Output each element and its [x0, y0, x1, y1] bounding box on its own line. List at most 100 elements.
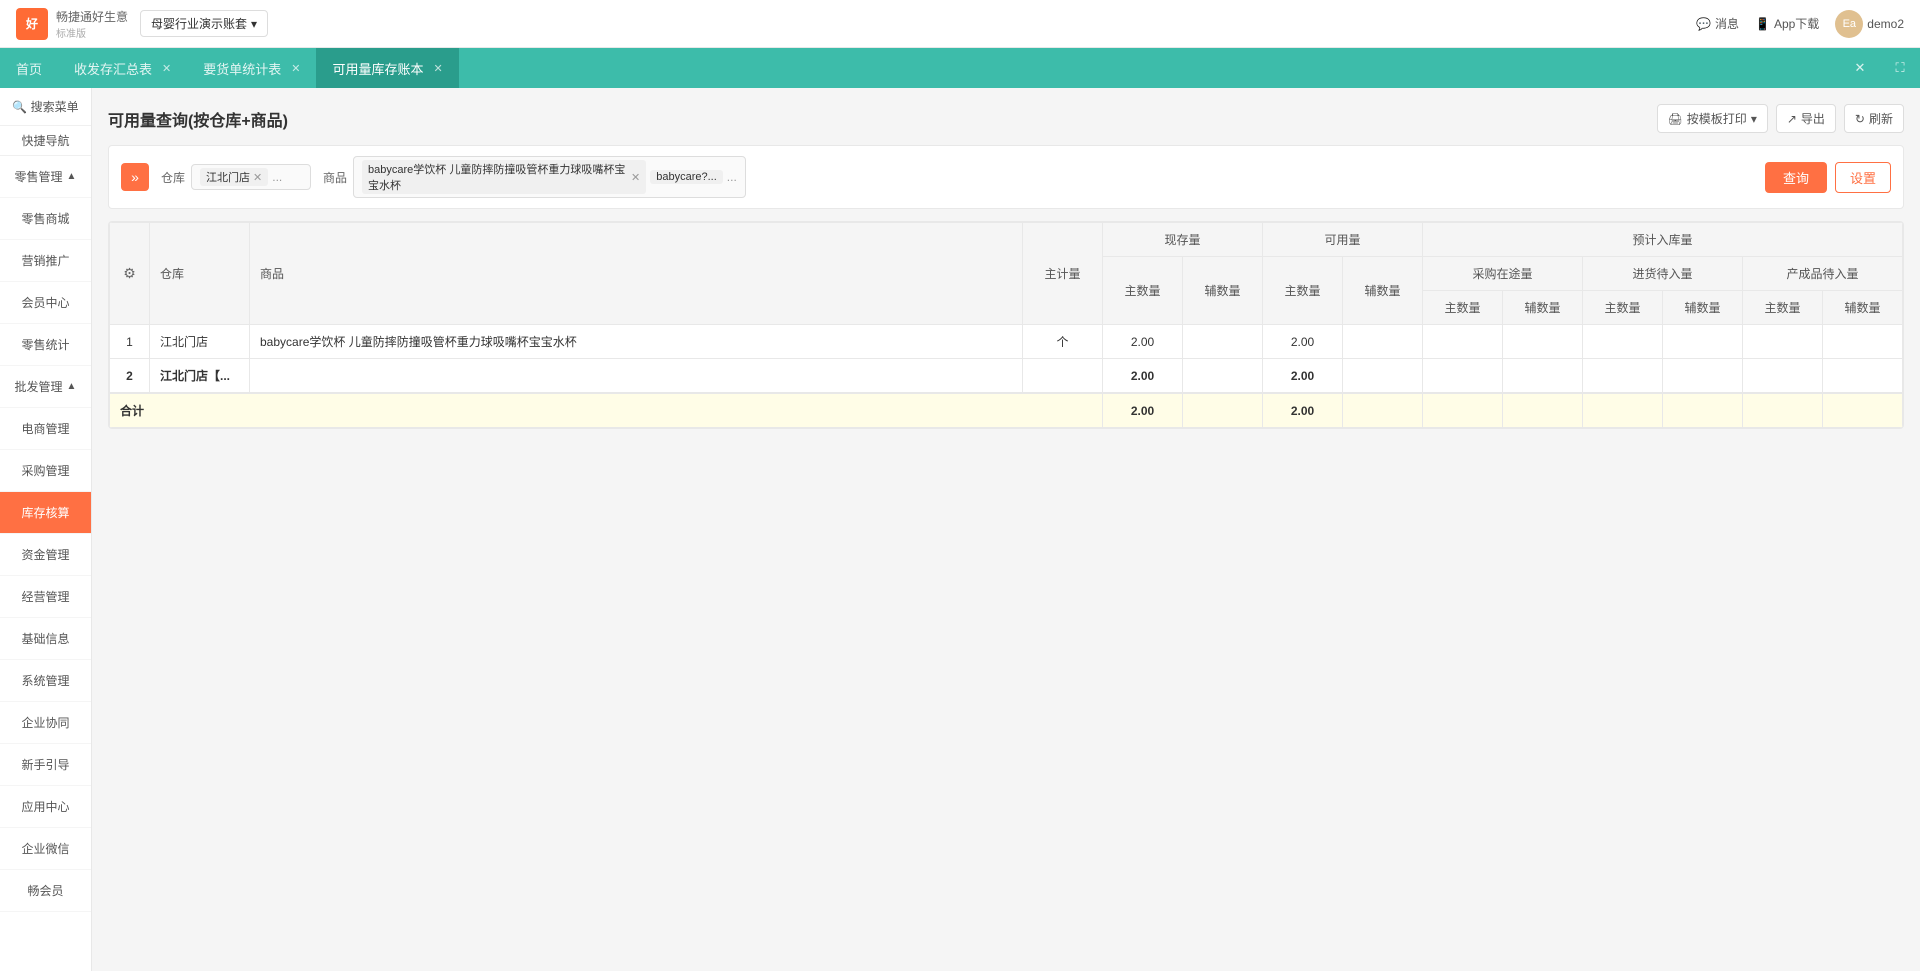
expand-icon: ▲: [67, 171, 77, 182]
footer-avail-main: 2.00: [1263, 393, 1343, 428]
gear-icon: ⚙: [123, 265, 136, 281]
th-settings: ⚙: [110, 223, 150, 325]
sidebar-item-purchase-mgmt[interactable]: 采购管理: [0, 450, 91, 492]
user-avatar-button[interactable]: Ea demo2: [1835, 10, 1904, 38]
table-row: 2 江北门店【... 2.00 2.00: [110, 359, 1903, 394]
row1-incoming-main: [1583, 325, 1663, 359]
sidebar-item-finance-mgmt[interactable]: 资金管理: [0, 534, 91, 576]
store-selector[interactable]: 母婴行业演示账套 ▾: [140, 10, 268, 37]
sidebar-item-retail-mall[interactable]: 零售商城: [0, 198, 91, 240]
query-button[interactable]: 查询: [1765, 162, 1827, 193]
sidebar-item-enterprise-collab[interactable]: 企业协同: [0, 702, 91, 744]
top-bar: 好 畅捷通好生意 标准版 母婴行业演示账套 ▾ 💬 消息 📱 App下载 Ea …: [0, 0, 1920, 48]
product-tag-1: babycare学饮杯 儿童防摔防撞吸管杯重力球吸嘴杯宝宝水杯 ✕: [362, 160, 646, 194]
sidebar-item-member-center[interactable]: 会员中心: [0, 282, 91, 324]
th-incoming-main: 主数量: [1583, 291, 1663, 325]
filter-area: » 仓库 江北门店 ✕ ... 商品 babycare: [108, 145, 1904, 209]
sidebar-item-retail-stats[interactable]: 零售统计: [0, 324, 91, 366]
page-header: 可用量查询(按仓库+商品) 🖨 按模板打印 ▾ ↗ 导出 ↻ 刷新: [108, 104, 1904, 133]
order-stats-label: 要货单统计表: [203, 59, 281, 78]
table-row: 1 江北门店 babycare学饮杯 儿童防摔防撞吸管杯重力球吸嘴杯宝宝水杯 个…: [110, 325, 1903, 359]
export-icon: ↗: [1787, 112, 1797, 126]
th-current-stock: 现存量: [1103, 223, 1263, 257]
nav-close-button[interactable]: ✕: [1840, 48, 1880, 88]
sidebar-item-marketing[interactable]: 营销推广: [0, 240, 91, 282]
tab-receive-summary[interactable]: 收发存汇总表 ✕: [58, 48, 187, 88]
row1-product: babycare学饮杯 儿童防摔防撞吸管杯重力球吸嘴杯宝宝水杯: [250, 325, 1023, 359]
row1-stock-aux: [1183, 325, 1263, 359]
warehouse-more-dots[interactable]: ...: [272, 170, 282, 184]
table-scroll[interactable]: ⚙ 仓库 商品 主计量 现存量 可用量 预计入库量 主数量: [109, 222, 1903, 428]
footer-purch-main: [1423, 393, 1503, 428]
sidebar-item-wholesale-mgmt[interactable]: 批发管理 ▲: [0, 366, 91, 408]
row2-no: 2: [110, 359, 150, 394]
footer-label: 合计: [110, 393, 1103, 428]
th-forecast-in: 预计入库量: [1423, 223, 1903, 257]
th-stock-main: 主数量: [1103, 257, 1183, 325]
product-tag-container[interactable]: babycare学饮杯 儿童防摔防撞吸管杯重力球吸嘴杯宝宝水杯 ✕ babyca…: [353, 156, 746, 198]
sidebar-item-app-center[interactable]: 应用中心: [0, 786, 91, 828]
sidebar-item-ops-mgmt[interactable]: 经营管理: [0, 576, 91, 618]
tab-order-stats[interactable]: 要货单统计表 ✕: [187, 48, 316, 88]
row1-incoming-aux: [1663, 325, 1743, 359]
th-product: 商品: [250, 223, 1023, 325]
page-title: 可用量查询(按仓库+商品): [108, 107, 288, 131]
sidebar: 🔍 搜索菜单 快捷导航 零售管理 ▲ 零售商城 营销推广 会员中心 零售统计 批…: [0, 88, 92, 971]
print-icon: 🖨: [1668, 112, 1683, 126]
tab-home[interactable]: 首页: [0, 48, 58, 88]
warehouse-tag-container[interactable]: 江北门店 ✕ ...: [191, 164, 311, 190]
row2-warehouse: 江北门店【...: [150, 359, 250, 394]
sidebar-item-stock-check[interactable]: 库存核算: [0, 492, 91, 534]
row2-purch-aux: [1503, 359, 1583, 394]
app-download-icon: 📱: [1755, 17, 1770, 31]
th-purch-aux: 辅数量: [1503, 291, 1583, 325]
chevron-down-icon: ▾: [251, 17, 257, 31]
sidebar-item-basic-info[interactable]: 基础信息: [0, 618, 91, 660]
logo-text: 畅捷通好生意 标准版: [56, 8, 128, 40]
row2-incoming-main: [1583, 359, 1663, 394]
sidebar-item-members[interactable]: 畅会员: [0, 870, 91, 912]
close-order-stats-icon[interactable]: ✕: [291, 62, 300, 75]
sidebar-quick-nav[interactable]: 快捷导航: [0, 126, 91, 156]
close-receive-summary-icon[interactable]: ✕: [162, 62, 171, 75]
th-incoming-aux: 辅数量: [1663, 291, 1743, 325]
close-available-stock-icon[interactable]: ✕: [434, 62, 443, 75]
row1-no: 1: [110, 325, 150, 359]
sidebar-item-enterprise-wechat[interactable]: 企业微信: [0, 828, 91, 870]
app-download-button[interactable]: 📱 App下载: [1755, 15, 1819, 32]
table-footer-row: 合计 2.00 2.00: [110, 393, 1903, 428]
th-warehouse: 仓库: [150, 223, 250, 325]
refresh-button[interactable]: ↻ 刷新: [1844, 104, 1904, 133]
sidebar-item-sys-mgmt[interactable]: 系统管理: [0, 660, 91, 702]
sidebar-item-ecom-mgmt[interactable]: 电商管理: [0, 408, 91, 450]
product-more-dots[interactable]: ...: [727, 170, 737, 184]
nav-tabs: 首页 收发存汇总表 ✕ 要货单统计表 ✕ 可用量库存账本 ✕ ✕ ⛶: [0, 48, 1920, 88]
footer-purch-aux: [1503, 393, 1583, 428]
nav-expand-button[interactable]: ⛶: [1880, 48, 1920, 88]
product1-remove-icon[interactable]: ✕: [631, 171, 640, 184]
row1-unit: 个: [1023, 325, 1103, 359]
tab-available-stock[interactable]: 可用量库存账本 ✕: [316, 48, 458, 88]
export-button[interactable]: ↗ 导出: [1776, 104, 1836, 133]
footer-stock-aux: [1183, 393, 1263, 428]
top-bar-left: 好 畅捷通好生意 标准版 母婴行业演示账套 ▾: [16, 8, 268, 40]
warehouse-tag: 江北门店 ✕: [200, 168, 268, 186]
row2-product: [250, 359, 1023, 394]
main-layout: 🔍 搜索菜单 快捷导航 零售管理 ▲ 零售商城 营销推广 会员中心 零售统计 批…: [0, 88, 1920, 971]
message-button[interactable]: 💬 消息: [1696, 15, 1739, 32]
row2-avail-main: 2.00: [1263, 359, 1343, 394]
refresh-icon: ↻: [1855, 112, 1865, 126]
logo-icon: 好: [16, 8, 48, 40]
data-table: ⚙ 仓库 商品 主计量 现存量 可用量 预计入库量 主数量: [109, 222, 1903, 428]
sidebar-search[interactable]: 🔍 搜索菜单: [0, 88, 91, 126]
print-button[interactable]: 🖨 按模板打印 ▾: [1657, 104, 1768, 133]
settings-button[interactable]: 设置: [1835, 162, 1891, 193]
available-stock-label: 可用量库存账本: [332, 59, 423, 78]
row2-purch-main: [1423, 359, 1503, 394]
filter-toggle-button[interactable]: »: [121, 163, 149, 191]
sidebar-item-new-guide[interactable]: 新手引导: [0, 744, 91, 786]
footer-finished-aux: [1823, 393, 1903, 428]
sidebar-item-retail-mgmt[interactable]: 零售管理 ▲: [0, 156, 91, 198]
footer-stock-main: 2.00: [1103, 393, 1183, 428]
warehouse-remove-icon[interactable]: ✕: [253, 171, 262, 184]
